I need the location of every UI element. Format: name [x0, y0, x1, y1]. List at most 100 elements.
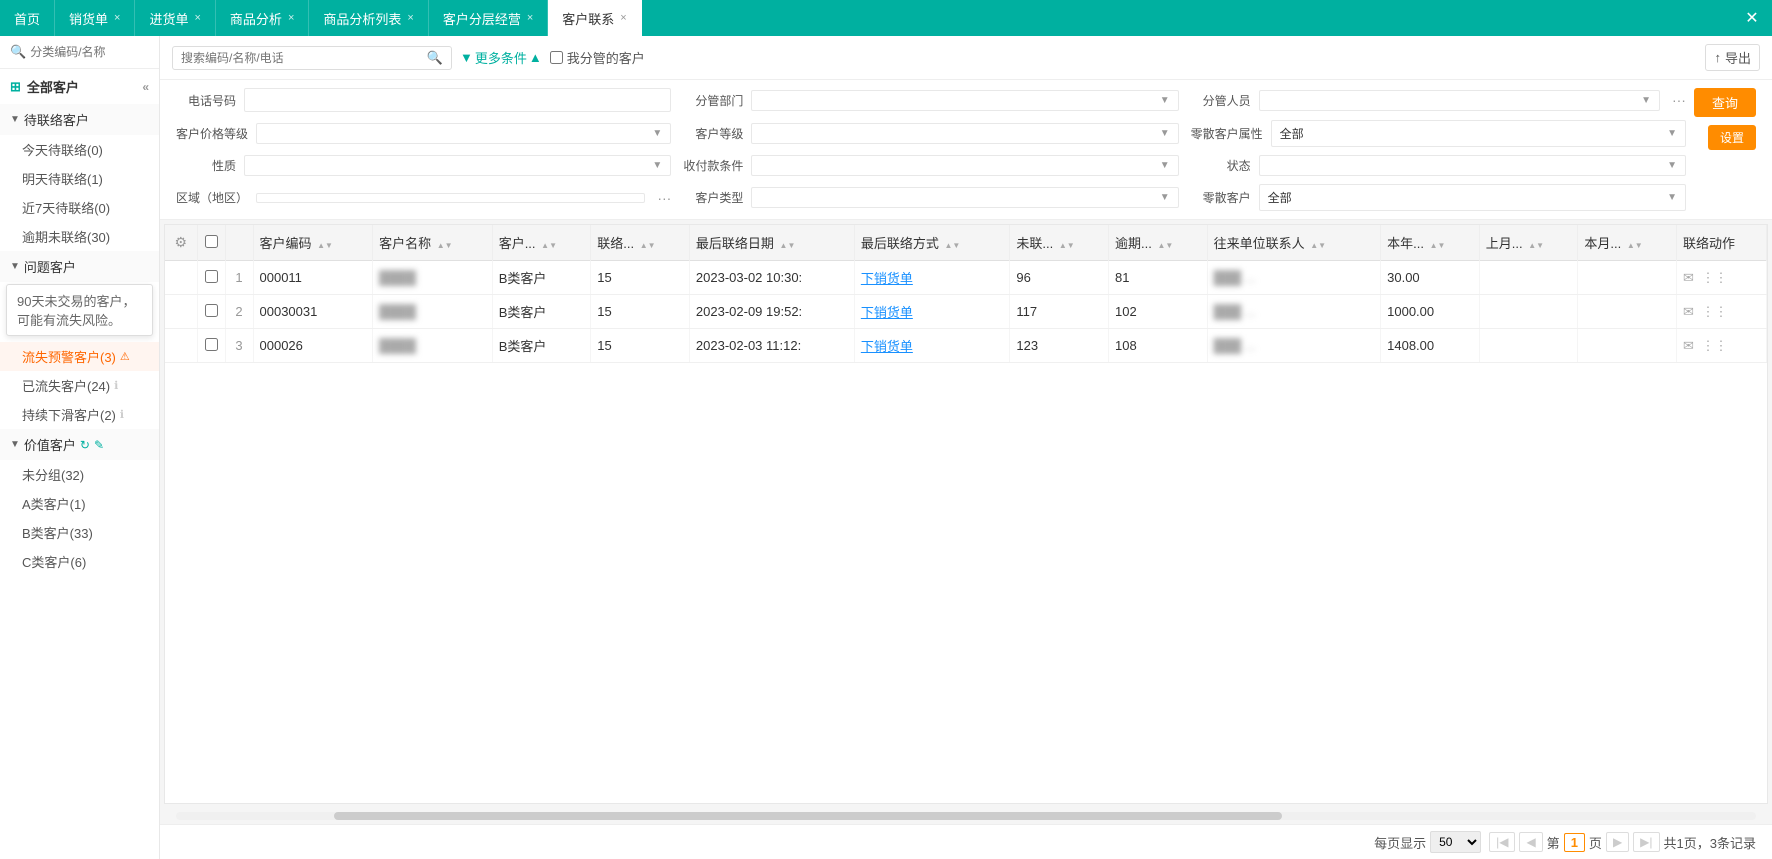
- row-action-contact-1[interactable]: ✉: [1683, 304, 1694, 319]
- scatter-select[interactable]: 全部 ▼: [1259, 184, 1686, 211]
- sidebar-item-declining[interactable]: 持续下滑客户(2) ℹ: [0, 400, 159, 429]
- sidebar-item-churned[interactable]: 已流失客户(24) ℹ: [0, 371, 159, 400]
- horizontal-scrollbar[interactable]: [176, 812, 1756, 820]
- customer-tier-select[interactable]: ▼: [751, 123, 1178, 144]
- filter-search-input[interactable]: [181, 51, 427, 65]
- my-customers-check[interactable]: [550, 51, 563, 64]
- first-page-button[interactable]: |◀: [1489, 832, 1515, 852]
- sidebar-item-c-class[interactable]: C类客户(6): [0, 547, 159, 576]
- sort-this-year[interactable]: ▲▼: [1430, 242, 1446, 250]
- row-name-2: ████: [373, 329, 493, 363]
- row-action-more-2[interactable]: ⋮⋮: [1701, 338, 1727, 353]
- tab-customer-contact-close[interactable]: ×: [620, 12, 626, 24]
- scatter-attr-select[interactable]: 全部 ▼: [1271, 120, 1686, 147]
- row-last-method-2[interactable]: 下销货单: [854, 329, 1010, 363]
- th-overdue: 逾期... ▲▼: [1108, 225, 1207, 261]
- payment-select[interactable]: ▼: [751, 155, 1178, 176]
- sidebar-root[interactable]: ⊞ 全部客户 «: [0, 69, 159, 104]
- sidebar-item-b-class[interactable]: B类客户(33): [0, 518, 159, 547]
- sidebar-item-today[interactable]: 今天待联络(0): [0, 135, 159, 164]
- sidebar-group-pending-title[interactable]: ▼ 待联络客户: [0, 104, 159, 135]
- row-settings-1: [165, 295, 197, 329]
- filter-search-button[interactable]: 🔍: [427, 50, 443, 66]
- phone-label: 电话号码: [176, 92, 236, 109]
- row-check-1[interactable]: [205, 304, 218, 317]
- per-page-select[interactable]: 50 100 200: [1430, 831, 1481, 853]
- sidebar-item-churn-warning[interactable]: 流失预警客户(3) ⚠: [0, 342, 159, 371]
- sidebar-group-value-title[interactable]: ▼ 价值客户 ↻ ✎: [0, 429, 159, 460]
- my-customers-checkbox[interactable]: 我分管的客户: [550, 48, 645, 67]
- settings-button[interactable]: 设置: [1708, 125, 1756, 150]
- tab-analysis-close[interactable]: ×: [288, 12, 294, 24]
- sidebar-item-overdue[interactable]: 逾期未联络(30): [0, 222, 159, 251]
- tab-analysis-list-close[interactable]: ×: [407, 12, 413, 24]
- row-no-contact-1: 117: [1010, 295, 1109, 329]
- sidebar-search-input[interactable]: [30, 45, 160, 59]
- tab-purchase[interactable]: 进货单 ×: [135, 0, 215, 36]
- next-page-button[interactable]: ▶: [1606, 832, 1629, 852]
- phone-input[interactable]: [244, 88, 671, 112]
- sort-contact[interactable]: ▲▼: [640, 242, 656, 250]
- tab-customer-tier-close[interactable]: ×: [527, 12, 533, 24]
- tab-sales[interactable]: 销货单 ×: [55, 0, 135, 36]
- manager-more[interactable]: ···: [1672, 92, 1686, 108]
- edit-icon[interactable]: ✎: [94, 438, 104, 452]
- sort-no-contact[interactable]: ▲▼: [1059, 242, 1075, 250]
- export-button[interactable]: ↑ 导出: [1705, 44, 1760, 71]
- sidebar-item-ungrouped[interactable]: 未分组(32): [0, 460, 159, 489]
- last-page-button[interactable]: ▶|: [1633, 832, 1659, 852]
- row-check-2[interactable]: [205, 338, 218, 351]
- sort-last-month[interactable]: ▲▼: [1528, 242, 1544, 250]
- table-settings-icon[interactable]: ⚙: [174, 234, 187, 250]
- data-table: ⚙ 客户编码 ▲▼ 客户名称 ▲▼: [165, 225, 1767, 363]
- row-check-0[interactable]: [205, 270, 218, 283]
- sort-this-month[interactable]: ▲▼: [1627, 242, 1643, 250]
- query-button[interactable]: 查询: [1694, 88, 1756, 117]
- refresh-icon[interactable]: ↻: [80, 438, 90, 452]
- row-action-more-0[interactable]: ⋮⋮: [1701, 270, 1727, 285]
- sort-name[interactable]: ▲▼: [437, 242, 453, 250]
- sidebar-group-problem-title[interactable]: ▼ 问题客户: [0, 251, 159, 282]
- row-last-method-1[interactable]: 下销货单: [854, 295, 1010, 329]
- sort-last-method[interactable]: ▲▼: [944, 242, 960, 250]
- price-tier-select[interactable]: ▼: [256, 123, 671, 144]
- row-action-more-1[interactable]: ⋮⋮: [1701, 304, 1727, 319]
- sort-code[interactable]: ▲▼: [317, 242, 333, 250]
- tab-customer-contact[interactable]: 客户联系 ×: [548, 0, 641, 36]
- sidebar-collapse[interactable]: «: [142, 80, 149, 94]
- region-more[interactable]: ···: [657, 190, 671, 206]
- row-last-method-0[interactable]: 下销货单: [854, 261, 1010, 295]
- manager-select[interactable]: ▼: [1259, 90, 1660, 111]
- th-this-month: 本月... ▲▼: [1578, 225, 1677, 261]
- filter-field-scatter: 零散客户 全部 ▼: [1191, 184, 1686, 211]
- select-all-checkbox[interactable]: [205, 235, 218, 248]
- tab-analysis[interactable]: 商品分析 ×: [216, 0, 309, 36]
- region-select[interactable]: [256, 193, 645, 203]
- tab-home[interactable]: 首页: [0, 0, 55, 36]
- row-no-contact-0: 96: [1010, 261, 1109, 295]
- sort-overdue[interactable]: ▲▼: [1157, 242, 1173, 250]
- dept-select[interactable]: ▼: [751, 90, 1178, 111]
- tab-sales-close[interactable]: ×: [114, 12, 120, 24]
- sort-last-date[interactable]: ▲▼: [780, 242, 796, 250]
- scatter-caret: ▼: [1667, 192, 1677, 203]
- nature-select[interactable]: ▼: [244, 155, 671, 176]
- more-conditions-button[interactable]: ▼ 更多条件 ▲: [460, 48, 542, 67]
- tab-analysis-list[interactable]: 商品分析列表 ×: [309, 0, 428, 36]
- scrollbar-thumb[interactable]: [334, 812, 1282, 820]
- status-select[interactable]: ▼: [1259, 155, 1686, 176]
- window-close-button[interactable]: ✕: [1732, 0, 1772, 36]
- sort-unit-contact[interactable]: ▲▼: [1310, 242, 1326, 250]
- row-action-contact-2[interactable]: ✉: [1683, 338, 1694, 353]
- sidebar-item-a-class[interactable]: A类客户(1): [0, 489, 159, 518]
- row-this-year-0: 30.00: [1381, 261, 1480, 295]
- sort-type[interactable]: ▲▼: [541, 242, 557, 250]
- tab-customer-tier[interactable]: 客户分层经营 ×: [429, 0, 548, 36]
- prev-page-button[interactable]: ◀: [1519, 832, 1542, 852]
- tab-purchase-close[interactable]: ×: [194, 12, 200, 24]
- sidebar-item-tomorrow[interactable]: 明天待联络(1): [0, 164, 159, 193]
- sidebar-item-7days[interactable]: 近7天待联络(0): [0, 193, 159, 222]
- customer-type-select[interactable]: ▼: [751, 187, 1178, 208]
- status-caret: ▼: [1667, 160, 1677, 171]
- row-action-contact-0[interactable]: ✉: [1683, 270, 1694, 285]
